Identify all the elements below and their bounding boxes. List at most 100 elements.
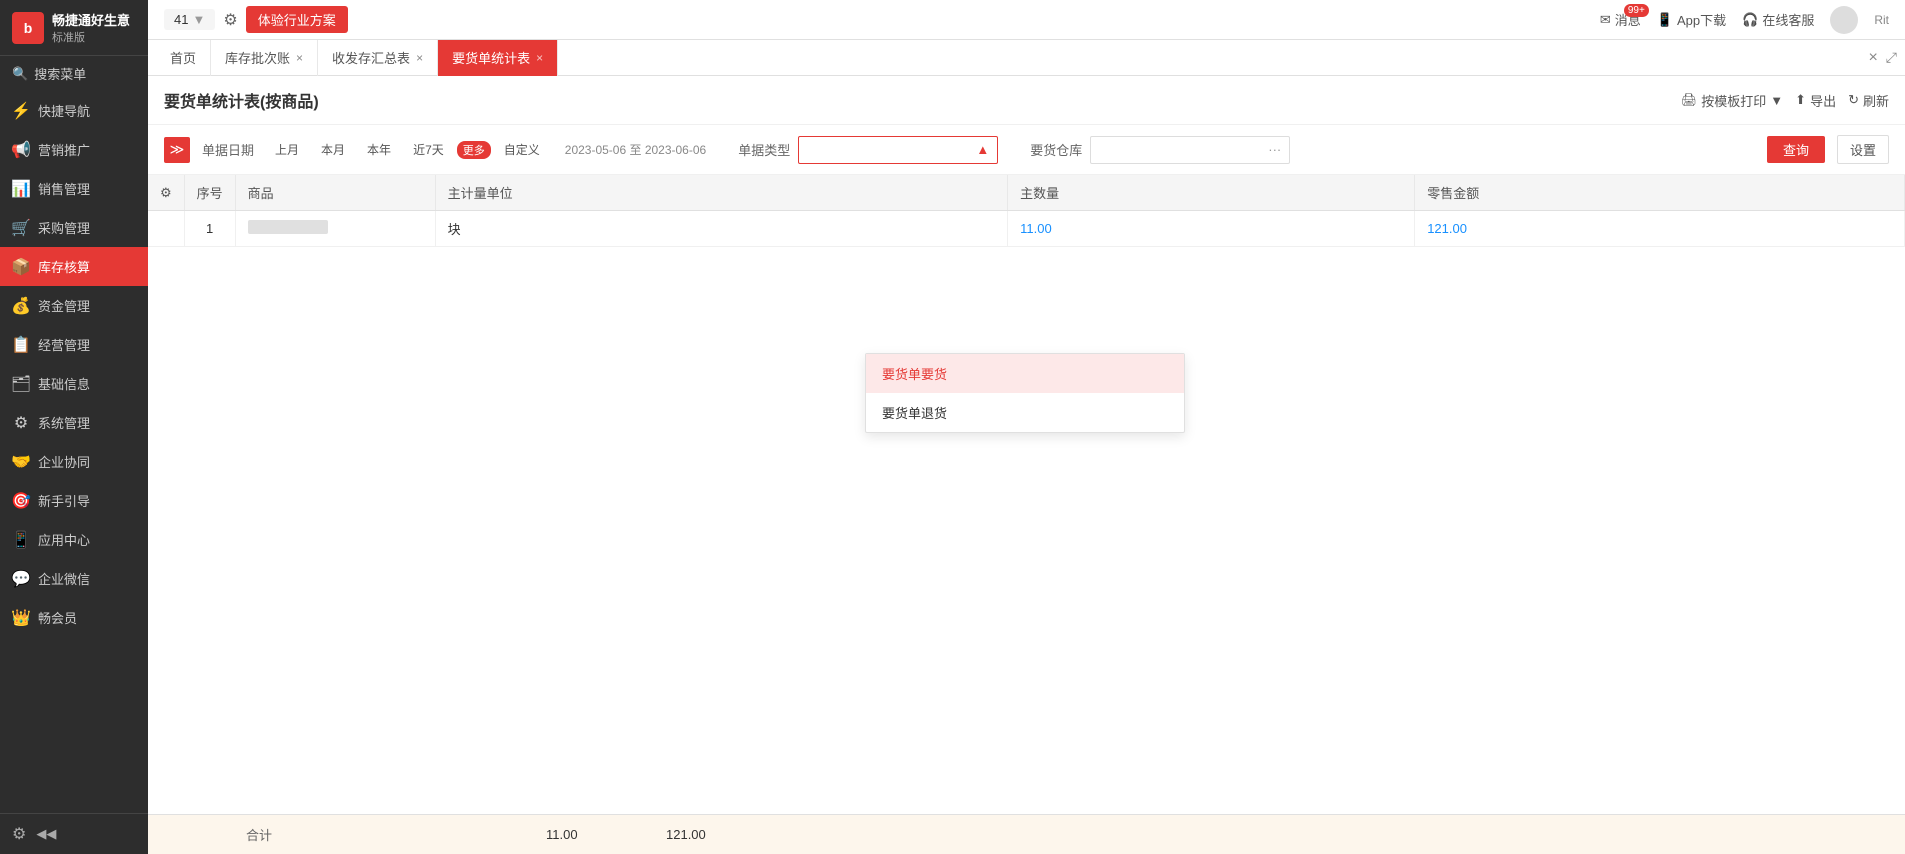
tab-close-all-icon[interactable]: × <box>1868 49 1877 67</box>
page-header: 要货单统计表(按商品) 🖨 按模板打印 ▼ ⬆ 导出 ↻ 刷新 <box>148 76 1905 125</box>
tab-batch-close[interactable]: × <box>296 51 303 65</box>
chevron-down-icon: ▼ <box>192 12 205 27</box>
online-service-btn[interactable]: 🎧 在线客服 <box>1742 10 1814 29</box>
sidebar-item-wechat[interactable]: 💬 企业微信 <box>0 559 148 598</box>
filter-expand-btn[interactable]: ≫ <box>164 137 190 163</box>
cell-settings <box>148 211 184 247</box>
tab-batch[interactable]: 库存批次账 × <box>211 40 318 76</box>
summary-quantity: 11.00 <box>546 827 578 842</box>
query-btn[interactable]: 查询 <box>1767 136 1825 163</box>
page-actions: 🖨 按模板打印 ▼ ⬆ 导出 ↻ 刷新 <box>1681 91 1889 110</box>
app-download-btn[interactable]: 📱 App下载 <box>1657 10 1726 29</box>
sales-icon: 📊 <box>12 180 30 198</box>
filter-settings-btn[interactable]: 设置 <box>1837 135 1889 164</box>
col-header-settings[interactable]: ⚙ <box>148 175 184 211</box>
settings-bottom-icon[interactable]: ⚙ <box>12 824 26 844</box>
purchase-icon: 🛒 <box>12 219 30 237</box>
table-area: ⚙ 序号 商品 主计量单位 主数量 零售金额 1 <box>148 175 1905 814</box>
sidebar-item-guide[interactable]: 🎯 新手引导 <box>0 481 148 520</box>
tab-order-stats-close[interactable]: × <box>536 51 543 65</box>
topbar-right: ✉ 消息 99+ 📱 App下载 🎧 在线客服 Rit <box>1600 6 1889 34</box>
date-more-badge[interactable]: 更多 <box>457 141 491 159</box>
sidebar-item-appstore[interactable]: 📱 应用中心 <box>0 520 148 559</box>
refresh-icon: ↻ <box>1848 92 1859 108</box>
sidebar-item-enterprise[interactable]: 🤝 企业协同 <box>0 442 148 481</box>
sidebar-search[interactable]: 🔍 搜索菜单 <box>0 56 148 91</box>
date-range-text: 2023-05-06 至 2023-06-06 <box>565 141 706 158</box>
member-icon: 👑 <box>12 609 30 627</box>
sidebar-item-shortcuts[interactable]: ⚡ 快捷导航 <box>0 91 148 130</box>
export-action[interactable]: ⬆ 导出 <box>1795 91 1836 110</box>
sidebar-item-marketing[interactable]: 📢 营销推广 <box>0 130 148 169</box>
dropdown-item-order-return[interactable]: 要货单退货 <box>866 393 1184 432</box>
tab-order-stats[interactable]: 要货单统计表 × <box>438 40 558 76</box>
table-row: 1 块 11.00 121.00 <box>148 211 1905 247</box>
date-btn-custom[interactable]: 自定义 <box>495 137 549 162</box>
sidebar-item-operations[interactable]: 📋 经营管理 <box>0 325 148 364</box>
sidebar-logo-text: 畅捷通好生意 标准版 <box>52 10 130 45</box>
sidebar-bottom: ⚙ ◀◀ <box>0 813 148 854</box>
finance-icon: 💰 <box>12 297 30 315</box>
print-action[interactable]: 🖨 按模板打印 ▼ <box>1681 91 1783 110</box>
tab-summary[interactable]: 收发存汇总表 × <box>318 40 438 76</box>
sidebar-item-member[interactable]: 👑 畅会员 <box>0 598 148 637</box>
inventory-icon: 📦 <box>12 258 30 276</box>
col-header-amount: 零售金额 <box>1415 175 1905 211</box>
tab-summary-close[interactable]: × <box>416 51 423 65</box>
filter-warehouse-section: 要货仓库 ··· <box>1030 136 1290 164</box>
sidebar-item-inventory[interactable]: 📦 库存核算 <box>0 247 148 286</box>
operations-icon: 📋 <box>12 336 30 354</box>
topbar-left: 41 ▼ ⚙ 体验行业方案 <box>164 6 1588 33</box>
warehouse-more-icon: ··· <box>1268 142 1281 157</box>
appstore-icon: 📱 <box>12 531 30 549</box>
page-content: 要货单统计表(按商品) 🖨 按模板打印 ▼ ⬆ 导出 ↻ 刷新 ≫ <box>148 76 1905 854</box>
dropdown-item-order-goods[interactable]: 要货单要货 <box>866 354 1184 393</box>
cell-quantity: 11.00 <box>1008 211 1415 247</box>
col-header-num: 序号 <box>184 175 235 211</box>
trial-btn[interactable]: 体验行业方案 <box>246 6 348 33</box>
date-btn-last-7[interactable]: 近7天 <box>404 137 453 162</box>
company-selector[interactable]: 41 ▼ <box>164 9 215 30</box>
summary-label: 合计 <box>246 828 272 843</box>
wechat-icon: 💬 <box>12 570 30 588</box>
warehouse-select[interactable]: ··· <box>1090 136 1290 164</box>
sidebar-item-basic[interactable]: 🗂 基础信息 <box>0 364 148 403</box>
type-select[interactable]: ▲ <box>798 136 998 164</box>
export-icon: ⬆ <box>1795 92 1806 108</box>
sidebar-item-system[interactable]: ⚙ 系统管理 <box>0 403 148 442</box>
collapse-sidebar-icon[interactable]: ◀◀ <box>36 826 56 842</box>
sidebar: b 畅捷通好生意 标准版 🔍 搜索菜单 ⚡ 快捷导航 📢 营销推广 📊 销售管理… <box>0 0 148 854</box>
filter-type-section: 单据类型 ▲ <box>738 136 998 164</box>
sidebar-item-finance[interactable]: 💰 资金管理 <box>0 286 148 325</box>
cell-amount: 121.00 <box>1415 211 1905 247</box>
date-label: 单据日期 <box>202 140 254 159</box>
date-btn-this-month[interactable]: 本月 <box>312 137 354 162</box>
tab-home[interactable]: 首页 <box>156 40 211 76</box>
type-label: 单据类型 <box>738 140 790 159</box>
filter-bar: ≫ 单据日期 上月 本月 本年 近7天 更多 自定义 2023-05-06 至 … <box>148 125 1905 175</box>
col-header-unit: 主计量单位 <box>435 175 1007 211</box>
topbar-settings-icon[interactable]: ⚙ <box>223 10 237 30</box>
sidebar-item-sales[interactable]: 📊 销售管理 <box>0 169 148 208</box>
date-btn-this-year[interactable]: 本年 <box>358 137 400 162</box>
date-btn-last-month[interactable]: 上月 <box>266 137 308 162</box>
username-text: Rit <box>1874 13 1889 27</box>
sidebar-item-purchase[interactable]: 🛒 采购管理 <box>0 208 148 247</box>
type-dropdown: 要货单要货 要货单退货 <box>865 353 1185 433</box>
enterprise-icon: 🤝 <box>12 453 30 471</box>
cell-num: 1 <box>184 211 235 247</box>
marketing-icon: 📢 <box>12 141 30 159</box>
topbar: 41 ▼ ⚙ 体验行业方案 ✉ 消息 99+ 📱 App下载 🎧 在线客服 Ri… <box>148 0 1905 40</box>
refresh-action[interactable]: ↻ 刷新 <box>1848 91 1889 110</box>
tab-expand-icon[interactable]: ⤢ <box>1886 49 1897 66</box>
print-icon: 🖨 <box>1681 92 1698 108</box>
user-avatar[interactable] <box>1830 6 1858 34</box>
tabbar-actions: × ⤢ <box>1868 49 1897 67</box>
sidebar-logo: b 畅捷通好生意 标准版 <box>0 0 148 56</box>
tabbar: 首页 库存批次账 × 收发存汇总表 × 要货单统计表 × × ⤢ <box>148 40 1905 76</box>
col-header-quantity: 主数量 <box>1008 175 1415 211</box>
table-header-row: ⚙ 序号 商品 主计量单位 主数量 零售金额 <box>148 175 1905 211</box>
message-icon: ✉ <box>1600 12 1611 28</box>
messages-btn[interactable]: ✉ 消息 99+ <box>1600 10 1641 29</box>
page-title: 要货单统计表(按商品) <box>164 88 319 112</box>
